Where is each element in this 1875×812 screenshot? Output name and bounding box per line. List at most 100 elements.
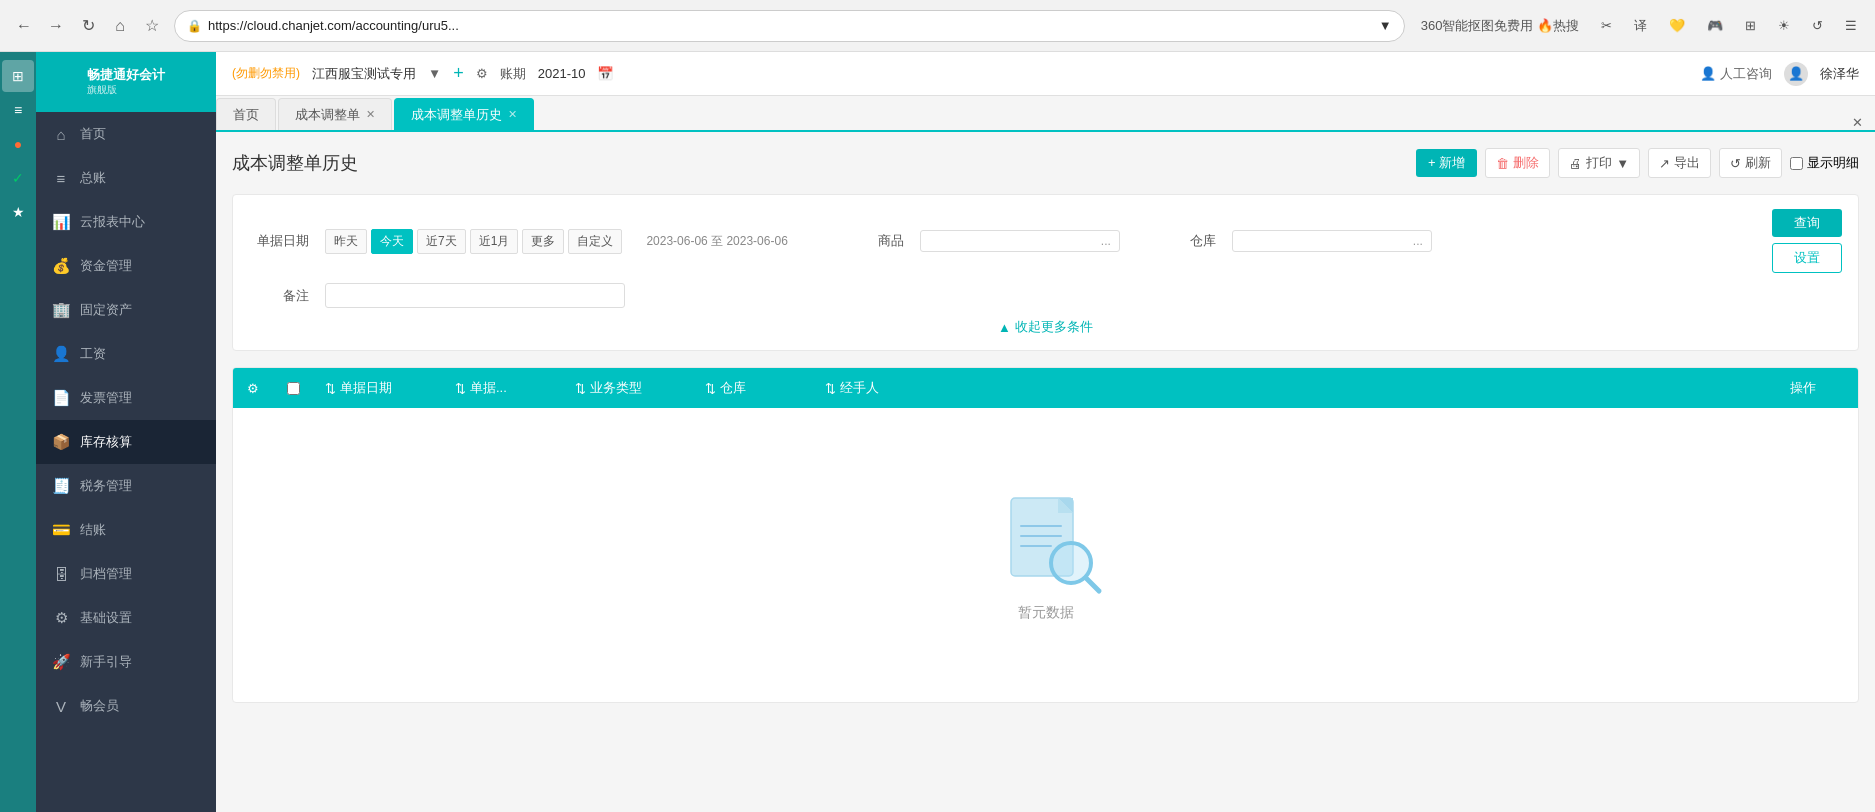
tab-home[interactable]: 首页 <box>216 98 276 130</box>
scissors-btn[interactable]: ✂ <box>1593 14 1620 37</box>
url-text: https://cloud.chanjet.com/accounting/uru… <box>208 18 1373 33</box>
delete-btn[interactable]: 🗑 删除 <box>1485 148 1550 178</box>
display-cols-checkbox[interactable] <box>1790 157 1803 170</box>
company-dropdown-btn[interactable]: ▼ <box>428 66 441 81</box>
page-content: 成本调整单历史 + 新增 🗑 删除 🖨 打印 ▼ ↗ <box>216 132 1875 812</box>
icon-bar-item-1[interactable]: ⊞ <box>2 60 34 92</box>
reports-icon: 📊 <box>52 213 70 231</box>
member-icon: V <box>52 698 70 715</box>
sidebar-item-salary[interactable]: 👤 工资 <box>36 332 216 376</box>
menu-btn[interactable]: ☰ <box>1837 14 1865 37</box>
customer-service-btn[interactable]: 👤 人工咨询 <box>1700 65 1772 83</box>
tab-cost-adjust-history-label: 成本调整单历史 <box>411 106 502 124</box>
tab-cost-adjust-history-close[interactable]: ✕ <box>508 108 517 121</box>
tab-cost-adjust-close[interactable]: ✕ <box>366 108 375 121</box>
settings-gear-btn[interactable]: ⚙ <box>476 66 488 81</box>
th-checkbox[interactable] <box>273 382 313 395</box>
warehouse-select[interactable]: ... <box>1232 230 1432 252</box>
sidebar-item-checkout[interactable]: 💳 结账 <box>36 508 216 552</box>
sidebar: 畅捷通好会计 旗舰版 ⌂ 首页 ≡ 总账 📊 云报表中心 💰 资金管理 🏢 固定… <box>36 52 216 812</box>
remark-input[interactable] <box>325 283 625 308</box>
th-date-label: 单据日期 <box>340 379 392 397</box>
svg-line-7 <box>1086 578 1099 591</box>
forward-button[interactable]: → <box>42 12 70 40</box>
sidebar-item-invoice[interactable]: 📄 发票管理 <box>36 376 216 420</box>
filter-settings-btn[interactable]: 设置 <box>1772 243 1842 273</box>
icon-bar-item-3[interactable]: ● <box>2 128 34 160</box>
company-warning: (勿删勿禁用) <box>232 65 300 82</box>
brightness-btn[interactable]: ☀ <box>1770 14 1798 37</box>
sort-icon-person: ⇅ <box>825 381 836 396</box>
bookmark-button[interactable]: ☆ <box>138 12 166 40</box>
home-button[interactable]: ⌂ <box>106 12 134 40</box>
salary-icon: 👤 <box>52 345 70 363</box>
collapse-btn[interactable]: ▲ 收起更多条件 <box>249 318 1842 336</box>
date-btn-more[interactable]: 更多 <box>522 229 564 254</box>
sidebar-label-funds: 资金管理 <box>80 257 132 275</box>
grid-btn[interactable]: ⊞ <box>1737 14 1764 37</box>
icon-bar-item-5[interactable]: ★ <box>2 196 34 228</box>
product-select[interactable]: ... <box>920 230 1120 252</box>
sidebar-item-reports[interactable]: 📊 云报表中心 <box>36 200 216 244</box>
th-warehouse[interactable]: ⇅ 仓库 <box>693 379 813 397</box>
sidebar-item-tax[interactable]: 🧾 税务管理 <box>36 464 216 508</box>
th-ops: 操作 <box>1778 379 1858 397</box>
date-btn-7days[interactable]: 近7天 <box>417 229 466 254</box>
close-all-tabs-btn[interactable]: ✕ <box>1840 115 1875 130</box>
tab-cost-adjust-history[interactable]: 成本调整单历史 ✕ <box>394 98 534 130</box>
th-num[interactable]: ⇅ 单据... <box>443 379 563 397</box>
select-all-checkbox[interactable] <box>287 382 300 395</box>
page-title: 成本调整单历史 <box>232 151 358 175</box>
th-date[interactable]: ⇅ 单据日期 <box>313 379 443 397</box>
date-buttons: 昨天 今天 近7天 近1月 更多 自定义 <box>325 229 622 254</box>
display-cols-label[interactable]: 显示明细 <box>1790 154 1859 172</box>
refresh-btn[interactable]: ↺ 刷新 <box>1719 148 1782 178</box>
export-btn[interactable]: ↗ 导出 <box>1648 148 1711 178</box>
inventory-icon: 📦 <box>52 433 70 451</box>
sidebar-item-inventory[interactable]: 📦 库存核算 <box>36 420 216 464</box>
tab-cost-adjust[interactable]: 成本调整单 ✕ <box>278 98 392 130</box>
icon-bar-item-4[interactable]: ✓ <box>2 162 34 194</box>
date-btn-yesterday[interactable]: 昨天 <box>325 229 367 254</box>
print-btn[interactable]: 🖨 打印 ▼ <box>1558 148 1640 178</box>
game-btn[interactable]: 🎮 <box>1699 14 1731 37</box>
sidebar-item-archive[interactable]: 🗄 归档管理 <box>36 552 216 596</box>
app-header: (勿删勿禁用) 江西服宝测试专用 ▼ + ⚙ 账期 2021-10 📅 👤 人工… <box>216 52 1875 96</box>
date-btn-1month[interactable]: 近1月 <box>470 229 519 254</box>
wallet-btn[interactable]: 💛 <box>1661 14 1693 37</box>
th-person[interactable]: ⇅ 经手人 <box>813 379 933 397</box>
add-company-btn[interactable]: + <box>453 63 464 84</box>
export-icon: ↗ <box>1659 156 1670 171</box>
tab-home-label: 首页 <box>233 106 259 124</box>
sidebar-item-member[interactable]: V 畅会员 <box>36 684 216 728</box>
calendar-btn[interactable]: 📅 <box>597 66 614 81</box>
reload-button[interactable]: ↻ <box>74 12 102 40</box>
new-btn[interactable]: + 新增 <box>1416 149 1477 177</box>
sidebar-item-guide[interactable]: 🚀 新手引导 <box>36 640 216 684</box>
search-tool-btn[interactable]: 360智能抠图免费用 🔥热搜 <box>1413 13 1587 39</box>
th-type[interactable]: ⇅ 业务类型 <box>563 379 693 397</box>
collapse-label: 收起更多条件 <box>1015 318 1093 336</box>
date-btn-custom[interactable]: 自定义 <box>568 229 622 254</box>
sidebar-item-fixed-assets[interactable]: 🏢 固定资产 <box>36 288 216 332</box>
data-table: ⚙ ⇅ 单据日期 ⇅ 单据... ⇅ <box>232 367 1859 703</box>
sidebar-item-funds[interactable]: 💰 资金管理 <box>36 244 216 288</box>
sidebar-item-ledger[interactable]: ≡ 总账 <box>36 156 216 200</box>
date-btn-today[interactable]: 今天 <box>371 229 413 254</box>
translate-btn[interactable]: 译 <box>1626 13 1655 39</box>
username: 徐泽华 <box>1820 65 1859 83</box>
th-settings[interactable]: ⚙ <box>233 381 273 396</box>
history-btn[interactable]: ↺ <box>1804 14 1831 37</box>
sidebar-item-home[interactable]: ⌂ 首页 <box>36 112 216 156</box>
period-label: 账期 <box>500 65 526 83</box>
icon-bar-item-2[interactable]: ≡ <box>2 94 34 126</box>
sidebar-item-settings[interactable]: ⚙ 基础设置 <box>36 596 216 640</box>
sidebar-label-archive: 归档管理 <box>80 565 132 583</box>
empty-svg <box>996 488 1106 598</box>
back-button[interactable]: ← <box>10 12 38 40</box>
query-btn[interactable]: 查询 <box>1772 209 1842 237</box>
sidebar-label-reports: 云报表中心 <box>80 213 145 231</box>
address-bar[interactable]: 🔒 https://cloud.chanjet.com/accounting/u… <box>174 10 1405 42</box>
refresh-icon: ↺ <box>1730 156 1741 171</box>
guide-icon: 🚀 <box>52 653 70 671</box>
